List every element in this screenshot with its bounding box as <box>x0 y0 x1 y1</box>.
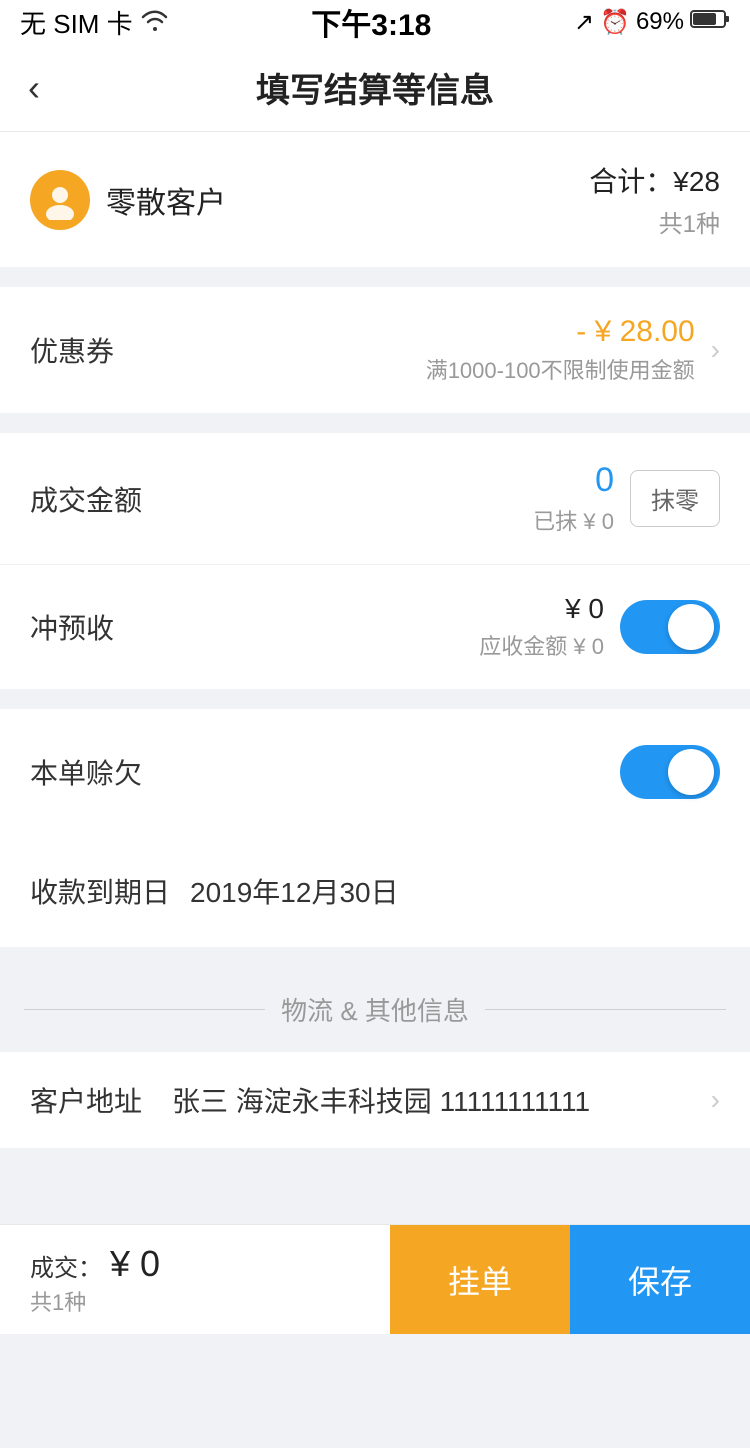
battery-level: 69% <box>636 8 684 36</box>
round-zero-button[interactable]: 抹零 <box>630 470 720 527</box>
pending-button[interactable]: 挂单 <box>390 1225 570 1334</box>
divider-3 <box>0 689 750 709</box>
deal-section: 成交金额 0 已抹 ¥ 0 抹零 冲预收 ¥ 0 应收金额 ¥ 0 <box>0 433 750 689</box>
prepay-value: ¥ 0 <box>479 593 604 625</box>
divider-4 <box>0 947 750 967</box>
address-row[interactable]: 客户地址 张三 海淀永丰科技园 11111111111 › <box>0 1052 750 1148</box>
status-left: 无 SIM 卡 <box>20 4 169 41</box>
address-value: 张三 海淀永丰科技园 11111111111 <box>172 1080 681 1120</box>
credit-toggle-knob <box>668 749 714 795</box>
sim-status: 无 SIM 卡 <box>20 4 133 41</box>
nav-bar: ‹ 填写结算等信息 <box>0 44 750 132</box>
coupon-desc: 满1000-100不限制使用金额 <box>426 353 695 385</box>
deal-amount-value-group: 0 已抹 ¥ 0 <box>533 461 614 536</box>
bottom-bar: 成交： ¥ 0 共1种 挂单 保存 <box>0 1224 750 1334</box>
prepay-right: ¥ 0 应收金额 ¥ 0 <box>479 593 720 661</box>
credit-section: 本单赊欠 收款到期日 2019年12月30日 <box>0 709 750 947</box>
deal-amount-value: 0 <box>533 461 614 500</box>
bottom-deal-amount: ¥ 0 <box>110 1243 160 1285</box>
status-right: ↗ ⏰ 69% <box>574 8 730 37</box>
duedate-row: 收款到期日 2019年12月30日 <box>0 835 750 947</box>
coupon-label: 优惠券 <box>30 330 150 370</box>
prepay-toggle[interactable] <box>620 600 720 654</box>
bottom-info: 成交： ¥ 0 共1种 <box>0 1225 390 1334</box>
duedate-value: 2019年12月30日 <box>190 871 399 911</box>
customer-avatar <box>30 170 90 230</box>
header-line-left <box>24 1009 265 1010</box>
alarm-icon: ⏰ <box>600 8 630 37</box>
prepay-sub: 应收金额 ¥ 0 <box>479 629 604 661</box>
back-button[interactable]: ‹ <box>28 67 40 109</box>
wifi-icon <box>141 7 169 38</box>
address-section: 客户地址 张三 海淀永丰科技园 11111111111 › <box>0 1052 750 1148</box>
prepay-row: 冲预收 ¥ 0 应收金额 ¥ 0 <box>0 565 750 689</box>
deal-amount-sub: 已抹 ¥ 0 <box>533 504 614 536</box>
prepay-label: 冲预收 <box>30 607 150 647</box>
customer-section: 零散客户 合计：¥28 共1种 <box>0 132 750 267</box>
customer-left: 零散客户 <box>30 170 226 230</box>
credit-row: 本单赊欠 <box>0 709 750 835</box>
bottom-count: 共1种 <box>30 1285 360 1317</box>
coupon-chevron-icon: › <box>711 334 720 366</box>
address-label: 客户地址 <box>30 1080 142 1120</box>
customer-count: 共1种 <box>589 204 720 239</box>
deal-amount-right: 0 已抹 ¥ 0 抹零 <box>533 461 720 536</box>
logistics-header-label: 物流 & 其他信息 <box>281 991 469 1028</box>
coupon-right: - ¥ 28.00 满1000-100不限制使用金额 › <box>426 315 720 385</box>
prepay-toggle-knob <box>668 604 714 650</box>
prepay-value-group: ¥ 0 应收金额 ¥ 0 <box>479 593 604 661</box>
logistics-section-header: 物流 & 其他信息 <box>0 967 750 1052</box>
deal-amount-row: 成交金额 0 已抹 ¥ 0 抹零 <box>0 433 750 565</box>
header-line-right <box>485 1009 726 1010</box>
battery-icon <box>690 8 730 37</box>
coupon-amount: - ¥ 28.00 <box>426 315 695 349</box>
coupon-value-group: - ¥ 28.00 满1000-100不限制使用金额 <box>426 315 695 385</box>
customer-total: 合计：¥28 <box>589 160 720 200</box>
credit-label: 本单赊欠 <box>30 752 142 792</box>
credit-toggle[interactable] <box>620 745 720 799</box>
coupon-row[interactable]: 优惠券 - ¥ 28.00 满1000-100不限制使用金额 › <box>0 287 750 413</box>
status-bar: 无 SIM 卡 下午3:18 ↗ ⏰ 69% <box>0 0 750 44</box>
customer-name: 零散客户 <box>106 178 226 222</box>
duedate-label: 收款到期日 <box>30 871 170 911</box>
divider-2 <box>0 413 750 433</box>
deal-amount-label: 成交金额 <box>30 479 150 519</box>
save-button[interactable]: 保存 <box>570 1225 750 1334</box>
status-time: 下午3:18 <box>311 0 431 44</box>
customer-right: 合计：¥28 共1种 <box>589 160 720 239</box>
divider-1 <box>0 267 750 287</box>
address-chevron-icon: › <box>711 1084 720 1116</box>
page-title: 填写结算等信息 <box>256 63 494 112</box>
coupon-section: 优惠券 - ¥ 28.00 满1000-100不限制使用金额 › <box>0 287 750 413</box>
bottom-deal-label: 成交： <box>30 1248 102 1283</box>
location-icon: ↗ <box>574 8 594 37</box>
